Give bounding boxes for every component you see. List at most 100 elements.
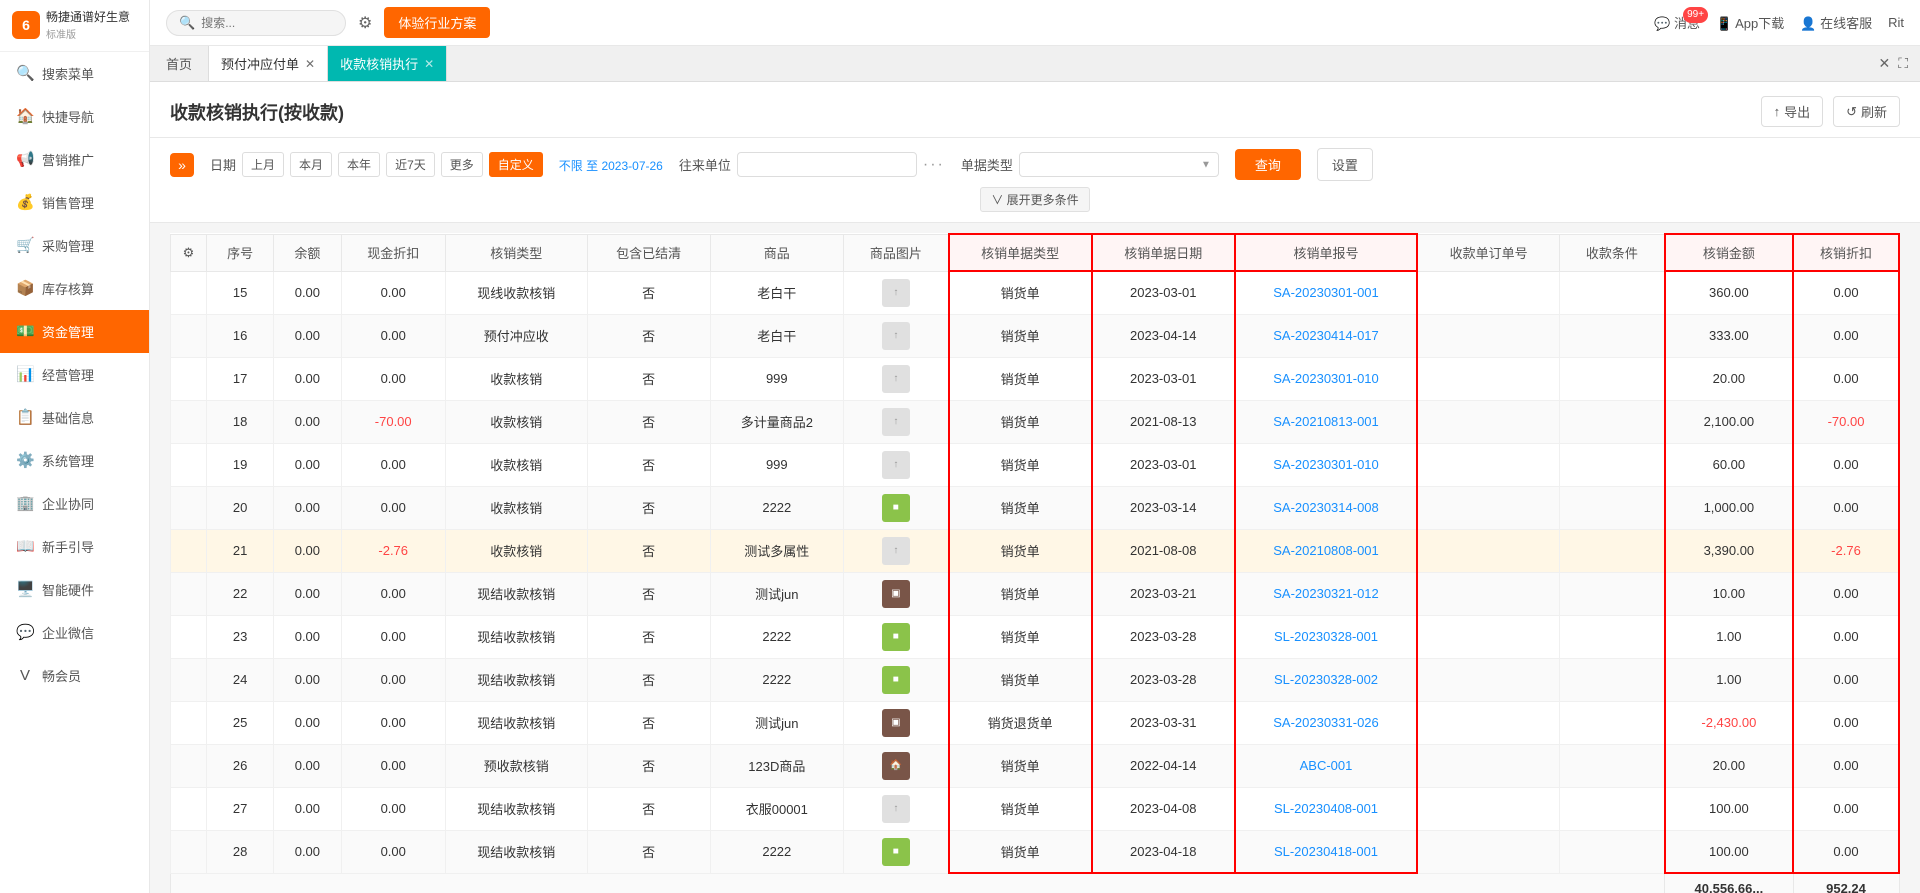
td-cancel-bill-no[interactable]: SA-20230301-010 bbox=[1235, 357, 1417, 400]
tab-prepay-close[interactable]: ✕ bbox=[305, 57, 315, 71]
tab-receipt-cancel[interactable]: 收款核销执行 ✕ bbox=[328, 46, 447, 81]
date-this-year[interactable]: 本年 bbox=[338, 152, 380, 177]
sidebar-item-funds[interactable]: 💵资金管理 bbox=[0, 310, 149, 353]
cancel-bill-no-link[interactable]: SA-20230331-026 bbox=[1273, 715, 1379, 730]
topbar-search-box[interactable]: 🔍 bbox=[166, 10, 346, 36]
sidebar-item-wechat[interactable]: 💬企业微信 bbox=[0, 611, 149, 654]
td-cancel-bill-no[interactable]: SA-20230414-017 bbox=[1235, 314, 1417, 357]
cancel-bill-no-link[interactable]: SA-20230414-017 bbox=[1273, 328, 1379, 343]
settings-icon[interactable]: ⚙ bbox=[358, 13, 372, 33]
td-cancel-type: 预付冲应收 bbox=[445, 314, 587, 357]
close-window-icon[interactable]: ✕ bbox=[1878, 55, 1890, 72]
cancel-bill-no-link[interactable]: SA-20230314-008 bbox=[1273, 500, 1379, 515]
sidebar-item-quick-nav[interactable]: 🏠快捷导航 bbox=[0, 95, 149, 138]
td-goods: 测试jun bbox=[710, 701, 843, 744]
td-cancel-bill-no[interactable]: SL-20230328-001 bbox=[1235, 615, 1417, 658]
td-goods-img: ↑ bbox=[844, 443, 949, 486]
solution-button[interactable]: 体验行业方案 bbox=[384, 7, 490, 38]
tab-receipt-cancel-close[interactable]: ✕ bbox=[424, 57, 434, 71]
td-include-settled: 否 bbox=[587, 701, 710, 744]
td-cancel-bill-date: 2021-08-13 bbox=[1092, 400, 1235, 443]
date-custom[interactable]: 自定义 bbox=[489, 152, 543, 177]
td-no: 15 bbox=[207, 271, 274, 314]
td-goods: 999 bbox=[710, 443, 843, 486]
user-name[interactable]: Rit bbox=[1888, 15, 1904, 30]
sidebar-item-enterprise[interactable]: 🏢企业协同 bbox=[0, 482, 149, 525]
query-button[interactable]: 查询 bbox=[1235, 149, 1301, 180]
td-cancel-bill-type: 销货单 bbox=[949, 744, 1092, 787]
cancel-bill-no-link[interactable]: SA-20230301-010 bbox=[1273, 371, 1379, 386]
filter-date-range-display: 不限 至 2023-07-26 bbox=[559, 155, 663, 174]
online-service-link[interactable]: 👤 在线客服 bbox=[1800, 13, 1872, 32]
th-receipt-order-no: 收款单订单号 bbox=[1417, 234, 1559, 271]
td-cancel-bill-no[interactable]: SA-20230321-012 bbox=[1235, 572, 1417, 615]
td-cash-discount: 0.00 bbox=[341, 271, 445, 314]
td-settings bbox=[171, 744, 207, 787]
td-balance: 0.00 bbox=[274, 357, 341, 400]
customer-input[interactable] bbox=[737, 152, 917, 177]
td-cancel-bill-no[interactable]: SA-20210808-001 bbox=[1235, 529, 1417, 572]
td-cancel-bill-no[interactable]: SA-20210813-001 bbox=[1235, 400, 1417, 443]
sidebar-item-sales[interactable]: 💰销售管理 bbox=[0, 181, 149, 224]
sidebar-item-member[interactable]: V畅会员 bbox=[0, 654, 149, 697]
maximize-window-icon[interactable]: ⛶ bbox=[1898, 55, 1908, 72]
td-cancel-bill-type: 销货单 bbox=[949, 615, 1092, 658]
date-last-month[interactable]: 上月 bbox=[242, 152, 284, 177]
td-cancel-bill-no[interactable]: SA-20230314-008 bbox=[1235, 486, 1417, 529]
expand-conditions-button[interactable]: ∨ 展开更多条件 bbox=[980, 187, 1089, 212]
sidebar-item-hardware[interactable]: 🖥️智能硬件 bbox=[0, 568, 149, 611]
td-cancel-bill-no[interactable]: SA-20230331-026 bbox=[1235, 701, 1417, 744]
td-cancel-bill-no[interactable]: SA-20230301-010 bbox=[1235, 443, 1417, 486]
filter-toggle-button[interactable]: » bbox=[170, 153, 194, 177]
app-download-link[interactable]: 📱 App下载 bbox=[1716, 13, 1784, 32]
td-receipt-condition bbox=[1560, 658, 1665, 701]
customer-dots[interactable]: ··· bbox=[923, 156, 945, 174]
td-cancel-bill-date: 2023-04-08 bbox=[1092, 787, 1235, 830]
cancel-bill-no-link[interactable]: ABC-001 bbox=[1300, 758, 1353, 773]
date-this-month[interactable]: 本月 bbox=[290, 152, 332, 177]
goods-image: ■ bbox=[882, 494, 910, 522]
td-no: 26 bbox=[207, 744, 274, 787]
td-goods-img: 🏠 bbox=[844, 744, 949, 787]
sidebar-item-purchase[interactable]: 🛒采购管理 bbox=[0, 224, 149, 267]
td-cancel-bill-no[interactable]: SL-20230418-001 bbox=[1235, 830, 1417, 873]
td-cancel-bill-no[interactable]: ABC-001 bbox=[1235, 744, 1417, 787]
cancel-bill-no-link[interactable]: SL-20230328-002 bbox=[1274, 672, 1378, 687]
sidebar-item-operations[interactable]: 📊经营管理 bbox=[0, 353, 149, 396]
message-badge[interactable]: 💬 消息 99+ bbox=[1654, 13, 1700, 32]
sidebar-item-label: 畅会员 bbox=[42, 666, 81, 685]
cancel-bill-no-link[interactable]: SA-20210808-001 bbox=[1273, 543, 1379, 558]
sidebar-item-inventory[interactable]: 📦库存核算 bbox=[0, 267, 149, 310]
table-row: 27 0.00 0.00 现结收款核销 否 衣服00001 ↑ 销货单 2023… bbox=[171, 787, 1900, 830]
refresh-button[interactable]: ↺ 刷新 bbox=[1833, 96, 1900, 127]
sidebar-item-system[interactable]: ⚙️系统管理 bbox=[0, 439, 149, 482]
th-settings[interactable]: ⚙ bbox=[171, 234, 207, 271]
sidebar-item-guide[interactable]: 📖新手引导 bbox=[0, 525, 149, 568]
date-7days[interactable]: 近7天 bbox=[386, 152, 435, 177]
td-cancel-bill-date: 2023-03-01 bbox=[1092, 271, 1235, 314]
export-button[interactable]: ↑ 导出 bbox=[1761, 96, 1824, 127]
tab-prepay[interactable]: 预付冲应付单 ✕ bbox=[209, 46, 328, 81]
td-cancel-bill-no[interactable]: SA-20230301-001 bbox=[1235, 271, 1417, 314]
cancel-bill-no-link[interactable]: SA-20230301-001 bbox=[1273, 285, 1379, 300]
date-more[interactable]: 更多 bbox=[441, 152, 483, 177]
search-icon: 🔍 bbox=[16, 64, 34, 82]
sidebar-item-marketing[interactable]: 📢营销推广 bbox=[0, 138, 149, 181]
td-cancel-bill-no[interactable]: SL-20230328-002 bbox=[1235, 658, 1417, 701]
search-input[interactable] bbox=[201, 16, 321, 30]
cancel-bill-no-link[interactable]: SA-20230321-012 bbox=[1273, 586, 1379, 601]
cancel-bill-no-link[interactable]: SA-20210813-001 bbox=[1273, 414, 1379, 429]
cancel-bill-no-link[interactable]: SL-20230328-001 bbox=[1274, 629, 1378, 644]
sidebar-item-search[interactable]: 🔍搜索菜单 bbox=[0, 52, 149, 95]
cancel-bill-no-link[interactable]: SL-20230408-001 bbox=[1274, 801, 1378, 816]
tab-home[interactable]: 首页 bbox=[150, 46, 209, 81]
td-cancel-bill-no[interactable]: SL-20230408-001 bbox=[1235, 787, 1417, 830]
cancel-bill-no-link[interactable]: SA-20230301-010 bbox=[1273, 457, 1379, 472]
cancel-bill-no-link[interactable]: SL-20230418-001 bbox=[1274, 844, 1378, 859]
setting-button[interactable]: 设置 bbox=[1317, 148, 1373, 181]
sidebar-item-basic[interactable]: 📋基础信息 bbox=[0, 396, 149, 439]
td-cancel-discount: 0.00 bbox=[1793, 572, 1899, 615]
td-goods-img: ↑ bbox=[844, 400, 949, 443]
td-goods-img: ■ bbox=[844, 830, 949, 873]
bill-type-select[interactable]: 销货单 销货退货单 bbox=[1019, 152, 1219, 177]
